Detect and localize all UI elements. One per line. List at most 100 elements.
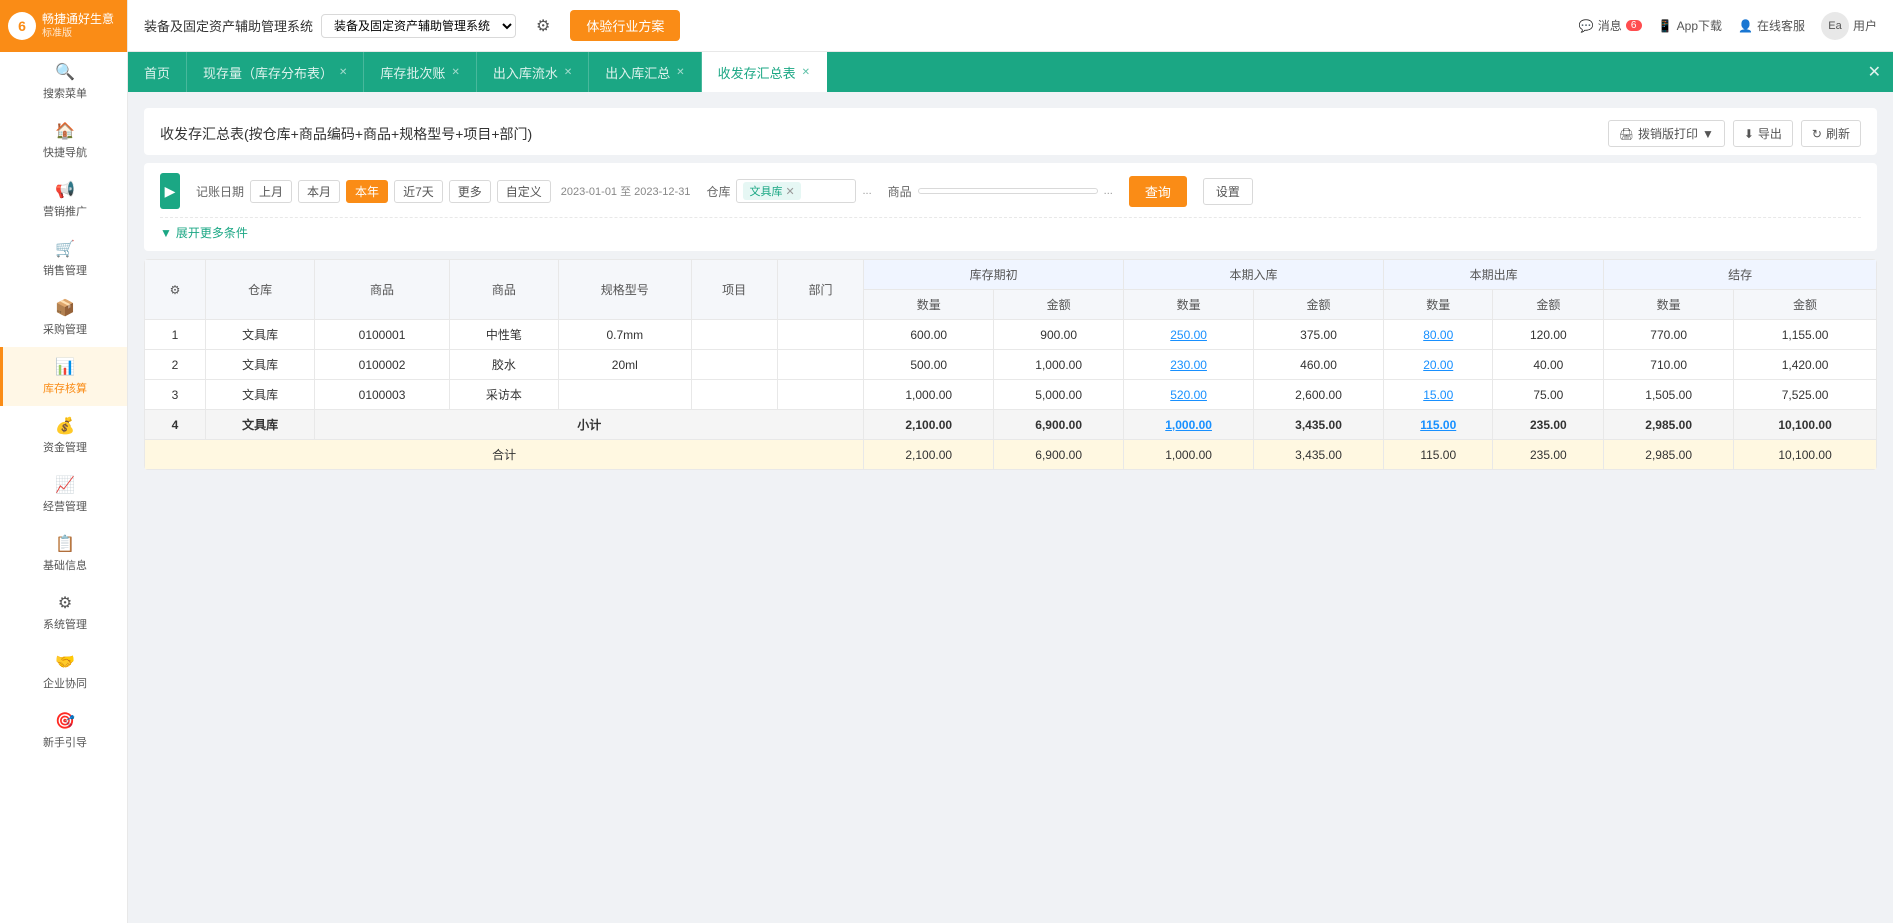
- tab-close-icon[interactable]: ✕: [676, 67, 684, 78]
- warehouse-more[interactable]: ...: [862, 185, 871, 197]
- print-button[interactable]: 🖨 拨销版打印 ▼: [1608, 120, 1725, 147]
- filter-settings-button[interactable]: 设置: [1203, 178, 1253, 205]
- tab-label: 出入库汇总: [605, 63, 670, 82]
- expand-icon: ▼: [160, 226, 172, 240]
- table-settings-icon[interactable]: ⚙: [170, 283, 181, 297]
- total-out-qty: 115.00: [1384, 440, 1493, 470]
- date-btn-7days[interactable]: 近7天: [394, 180, 443, 203]
- table-row: 1 文具库 0100001 中性笔 0.7mm 600.00 900.00 25…: [145, 320, 1877, 350]
- user-avatar: Ea: [1821, 12, 1849, 40]
- tab-in-out-summary[interactable]: 出入库汇总 ✕: [589, 52, 701, 92]
- subtotal-warehouse: 文具库: [205, 410, 314, 440]
- message-icon: 💬: [1579, 19, 1594, 33]
- export-button[interactable]: ⬇ 导出: [1733, 120, 1793, 147]
- row-project: [691, 380, 777, 410]
- tab-label: 收发存汇总表: [718, 63, 796, 82]
- table-row: 2 文具库 0100002 胶水 20ml 500.00 1,000.00 23…: [145, 350, 1877, 380]
- date-label: 记账日期: [196, 183, 244, 200]
- product-input[interactable]: [918, 188, 1098, 194]
- row-no: 2: [145, 350, 206, 380]
- warehouse-label: 仓库: [706, 183, 730, 200]
- col-settings-header[interactable]: ⚙: [145, 260, 206, 320]
- system-select[interactable]: 装备及固定资产辅助管理系统: [321, 14, 516, 38]
- sidebar-item-guide[interactable]: 🎯 新手引导: [0, 701, 127, 760]
- subtotal-no: 4: [145, 410, 206, 440]
- settings-button[interactable]: ⚙: [524, 12, 562, 40]
- warehouse-input[interactable]: 文具库 ✕: [736, 179, 856, 203]
- row-out-qty[interactable]: 80.00: [1384, 320, 1493, 350]
- date-btn-more[interactable]: 更多: [449, 180, 491, 203]
- tab-close-icon[interactable]: ✕: [564, 67, 572, 78]
- row-in-qty[interactable]: 250.00: [1124, 320, 1254, 350]
- filter-toggle-btn[interactable]: ▶: [160, 173, 180, 209]
- date-btn-custom[interactable]: 自定义: [497, 180, 551, 203]
- sidebar-item-finance[interactable]: 💰 资金管理: [0, 406, 127, 465]
- product-more[interactable]: ...: [1104, 185, 1113, 197]
- sidebar-item-marketing[interactable]: 📢 营销推广: [0, 170, 127, 229]
- sidebar-item-operations[interactable]: 📈 经营管理: [0, 465, 127, 524]
- tab-stock-dist[interactable]: 现存量（库存分布表） ✕: [187, 52, 364, 92]
- warehouse-tag-remove[interactable]: ✕: [785, 185, 794, 198]
- row-out-qty[interactable]: 15.00: [1384, 380, 1493, 410]
- subtotal-out-amt: 235.00: [1493, 410, 1604, 440]
- sidebar-item-inventory[interactable]: 📊 库存核算: [0, 347, 127, 406]
- guide-icon: 🎯: [55, 711, 75, 731]
- sidebar-item-label: 系统管理: [43, 616, 87, 632]
- close-all-tabs[interactable]: ✕: [1856, 62, 1893, 82]
- refresh-button[interactable]: ↻ 刷新: [1801, 120, 1861, 147]
- row-out-qty[interactable]: 20.00: [1384, 350, 1493, 380]
- total-in-amt: 3,435.00: [1254, 440, 1384, 470]
- row-out-amt: 40.00: [1493, 350, 1604, 380]
- system-icon: ⚙: [58, 593, 72, 613]
- query-button[interactable]: 查询: [1129, 176, 1187, 207]
- row-spec: 0.7mm: [559, 320, 691, 350]
- sidebar-item-purchase[interactable]: 📦 采购管理: [0, 288, 127, 347]
- tab-home[interactable]: 首页: [128, 52, 187, 92]
- col-department-header: 部门: [777, 260, 863, 320]
- date-btn-last-month[interactable]: 上月: [250, 180, 292, 203]
- total-label: 合计: [145, 440, 864, 470]
- service-icon: 👤: [1738, 19, 1753, 33]
- sidebar-item-label: 企业协同: [43, 675, 87, 691]
- date-btn-this-year[interactable]: 本年: [346, 180, 388, 203]
- tab-batch[interactable]: 库存批次账 ✕: [364, 52, 476, 92]
- col-bal-amt: 金额: [1734, 290, 1877, 320]
- date-btn-this-month[interactable]: 本月: [298, 180, 340, 203]
- sidebar-item-system[interactable]: ⚙ 系统管理: [0, 583, 127, 642]
- online-service-item[interactable]: 👤 在线客服: [1738, 17, 1805, 34]
- row-in-amt: 2,600.00: [1254, 380, 1384, 410]
- col-group-balance: 结存: [1604, 260, 1877, 290]
- row-in-qty[interactable]: 230.00: [1124, 350, 1254, 380]
- tab-receive-send[interactable]: 收发存汇总表 ✕: [702, 52, 827, 92]
- row-warehouse: 文具库: [205, 350, 314, 380]
- trial-button[interactable]: 体验行业方案: [570, 10, 680, 41]
- sidebar-item-basic-info[interactable]: 📋 基础信息: [0, 524, 127, 583]
- row-bal-amt: 1,420.00: [1734, 350, 1877, 380]
- app-download-item[interactable]: 📱 App下载: [1658, 17, 1722, 34]
- row-out-amt: 120.00: [1493, 320, 1604, 350]
- inventory-icon: 📊: [55, 357, 75, 377]
- sidebar-item-search[interactable]: 🔍 搜索菜单: [0, 52, 127, 111]
- tabbar: 首页 现存量（库存分布表） ✕ 库存批次账 ✕ 出入库流水 ✕ 出入库汇总 ✕ …: [128, 52, 1893, 92]
- tab-close-icon[interactable]: ✕: [802, 67, 810, 78]
- subtotal-out-qty[interactable]: 115.00: [1384, 410, 1493, 440]
- col-out-qty: 数量: [1384, 290, 1493, 320]
- total-in-qty: 1,000.00: [1124, 440, 1254, 470]
- user-item[interactable]: Ea 用户: [1821, 12, 1877, 40]
- tab-flow[interactable]: 出入库流水 ✕: [477, 52, 589, 92]
- expand-filter-button[interactable]: ▼ 展开更多条件: [160, 224, 1861, 241]
- purchase-icon: 📦: [55, 298, 75, 318]
- row-warehouse: 文具库: [205, 380, 314, 410]
- main-area: 装备及固定资产辅助管理系统 装备及固定资产辅助管理系统 ⚙ 体验行业方案 💬 消…: [128, 0, 1893, 923]
- subtotal-in-qty[interactable]: 1,000.00: [1124, 410, 1254, 440]
- row-bal-amt: 1,155.00: [1734, 320, 1877, 350]
- row-in-qty[interactable]: 520.00: [1124, 380, 1254, 410]
- tab-close-icon[interactable]: ✕: [451, 67, 459, 78]
- page-content: 收发存汇总表(按仓库+商品编码+商品+规格型号+项目+部门) 🖨 拨销版打印 ▼…: [128, 92, 1893, 923]
- sidebar-item-sales[interactable]: 🛒 销售管理: [0, 229, 127, 288]
- sidebar-item-quick-nav[interactable]: 🏠 快捷导航: [0, 111, 127, 170]
- sidebar-item-label: 销售管理: [43, 262, 87, 278]
- messages-item[interactable]: 💬 消息 6: [1579, 17, 1642, 34]
- tab-close-icon[interactable]: ✕: [339, 67, 347, 78]
- sidebar-item-enterprise[interactable]: 🤝 企业协同: [0, 642, 127, 701]
